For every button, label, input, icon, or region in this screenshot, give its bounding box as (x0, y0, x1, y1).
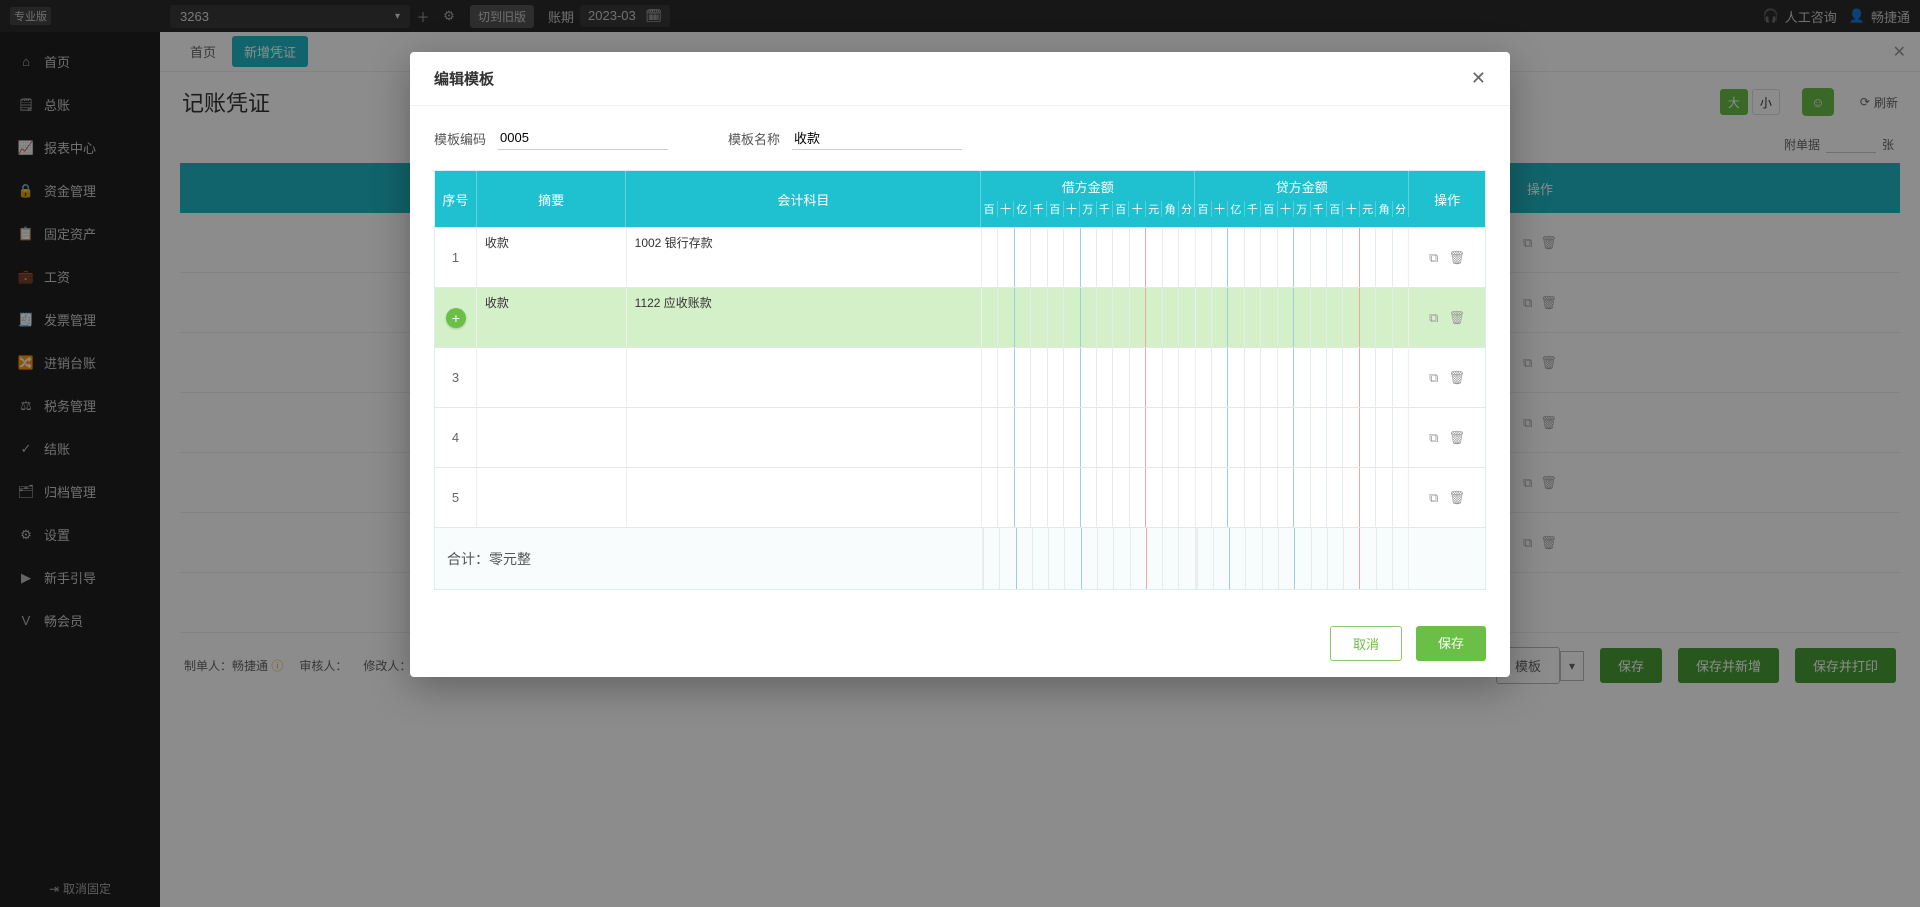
digit-label: 百 (1195, 201, 1210, 217)
template-name-label: 模板名称 (728, 129, 780, 148)
th-ops: 操作 (1409, 171, 1485, 227)
cancel-button[interactable]: 取消 (1330, 626, 1402, 661)
row-seq: 4 (435, 408, 477, 467)
modal-title: 编辑模板 (434, 68, 494, 89)
row-account[interactable]: 1122 应收账款 (627, 288, 982, 347)
row-summary[interactable]: 收款 (477, 228, 627, 287)
th-account: 会计科目 (626, 171, 981, 227)
digit-label: 万 (1293, 201, 1309, 217)
row-seq: 1 (435, 228, 477, 287)
row-ops: ⧉🗑 (1409, 468, 1485, 527)
copy-icon[interactable]: ⧉ (1429, 370, 1438, 386)
digit-label: 千 (1096, 201, 1112, 217)
row-account[interactable] (627, 408, 982, 467)
trash-icon[interactable]: 🗑 (1448, 490, 1465, 506)
row-credit[interactable] (1196, 348, 1410, 407)
digit-label: 十 (997, 201, 1013, 217)
trash-icon[interactable]: 🗑 (1448, 370, 1465, 386)
row-debit[interactable] (982, 468, 1196, 527)
template-code-label: 模板编码 (434, 129, 486, 148)
template-table: 序号 摘要 会计科目 借方金额 百十亿千百十万千百十元角分 贷方金额 百十亿千百… (434, 170, 1486, 590)
row-summary[interactable]: 收款 (477, 288, 627, 347)
digit-label: 角 (1161, 201, 1177, 217)
digit-label: 十 (1277, 201, 1293, 217)
digit-label: 分 (1392, 201, 1408, 217)
th-seq: 序号 (435, 171, 477, 227)
digit-label: 百 (1260, 201, 1276, 217)
row-summary[interactable] (477, 468, 627, 527)
row-debit[interactable] (982, 408, 1196, 467)
template-name-input[interactable] (792, 126, 962, 150)
table-row[interactable]: 5⧉🗑 (435, 467, 1485, 527)
digit-label: 角 (1375, 201, 1391, 217)
row-credit[interactable] (1196, 408, 1410, 467)
digit-label: 元 (1145, 201, 1161, 217)
digit-label: 百 (1046, 201, 1062, 217)
row-summary[interactable] (477, 408, 627, 467)
row-ops: ⧉🗑 (1409, 348, 1485, 407)
digit-label: 亿 (1227, 201, 1243, 217)
table-total-row: 合计：零元整 (435, 527, 1485, 589)
copy-icon[interactable]: ⧉ (1429, 310, 1438, 326)
row-account[interactable] (627, 468, 982, 527)
row-credit[interactable] (1196, 228, 1410, 287)
th-debit: 借方金额 (981, 171, 1195, 201)
table-row[interactable]: 收款1122 应收账款⧉🗑+ (435, 287, 1485, 347)
template-code-input[interactable] (498, 126, 668, 150)
table-row[interactable]: 3⧉🗑 (435, 347, 1485, 407)
row-credit[interactable] (1196, 288, 1410, 347)
th-credit: 贷方金额 (1195, 171, 1409, 201)
close-icon[interactable]: ✕ (1471, 68, 1486, 89)
digit-label: 亿 (1013, 201, 1029, 217)
trash-icon[interactable]: 🗑 (1448, 250, 1465, 266)
digit-label: 分 (1178, 201, 1194, 217)
digit-label: 十 (1063, 201, 1079, 217)
row-ops: ⧉🗑 (1409, 228, 1485, 287)
edit-template-modal: 编辑模板 ✕ 模板编码 模板名称 序号 摘要 会计科目 (410, 52, 1510, 677)
digit-label: 万 (1079, 201, 1095, 217)
add-row-button[interactable]: + (446, 308, 466, 328)
row-ops: ⧉🗑 (1409, 288, 1485, 347)
digit-label: 元 (1359, 201, 1375, 217)
digit-label: 十 (1342, 201, 1358, 217)
modal-overlay: 编辑模板 ✕ 模板编码 模板名称 序号 摘要 会计科目 (0, 0, 1920, 907)
row-credit[interactable] (1196, 468, 1410, 527)
trash-icon[interactable]: 🗑 (1448, 430, 1465, 446)
row-ops: ⧉🗑 (1409, 408, 1485, 467)
digit-label: 十 (1128, 201, 1144, 217)
copy-icon[interactable]: ⧉ (1429, 250, 1438, 266)
digit-label: 千 (1310, 201, 1326, 217)
trash-icon[interactable]: 🗑 (1448, 310, 1465, 326)
table-row[interactable]: 4⧉🗑 (435, 407, 1485, 467)
row-account[interactable]: 1002 银行存款 (627, 228, 982, 287)
save-button[interactable]: 保存 (1416, 626, 1486, 661)
digit-label: 千 (1030, 201, 1046, 217)
row-account[interactable] (627, 348, 982, 407)
digit-label: 百 (1326, 201, 1342, 217)
total-label: 合计：零元整 (435, 549, 982, 569)
row-debit[interactable] (982, 348, 1196, 407)
table-row[interactable]: 1收款1002 银行存款⧉🗑 (435, 227, 1485, 287)
row-seq: 5 (435, 468, 477, 527)
digit-label: 百 (1112, 201, 1128, 217)
digit-label: 百 (981, 201, 996, 217)
copy-icon[interactable]: ⧉ (1429, 490, 1438, 506)
row-summary[interactable] (477, 348, 627, 407)
row-debit[interactable] (982, 228, 1196, 287)
digit-label: 千 (1244, 201, 1260, 217)
th-summary: 摘要 (477, 171, 627, 227)
row-seq: 3 (435, 348, 477, 407)
row-debit[interactable] (982, 288, 1196, 347)
digit-label: 十 (1211, 201, 1227, 217)
copy-icon[interactable]: ⧉ (1429, 430, 1438, 446)
